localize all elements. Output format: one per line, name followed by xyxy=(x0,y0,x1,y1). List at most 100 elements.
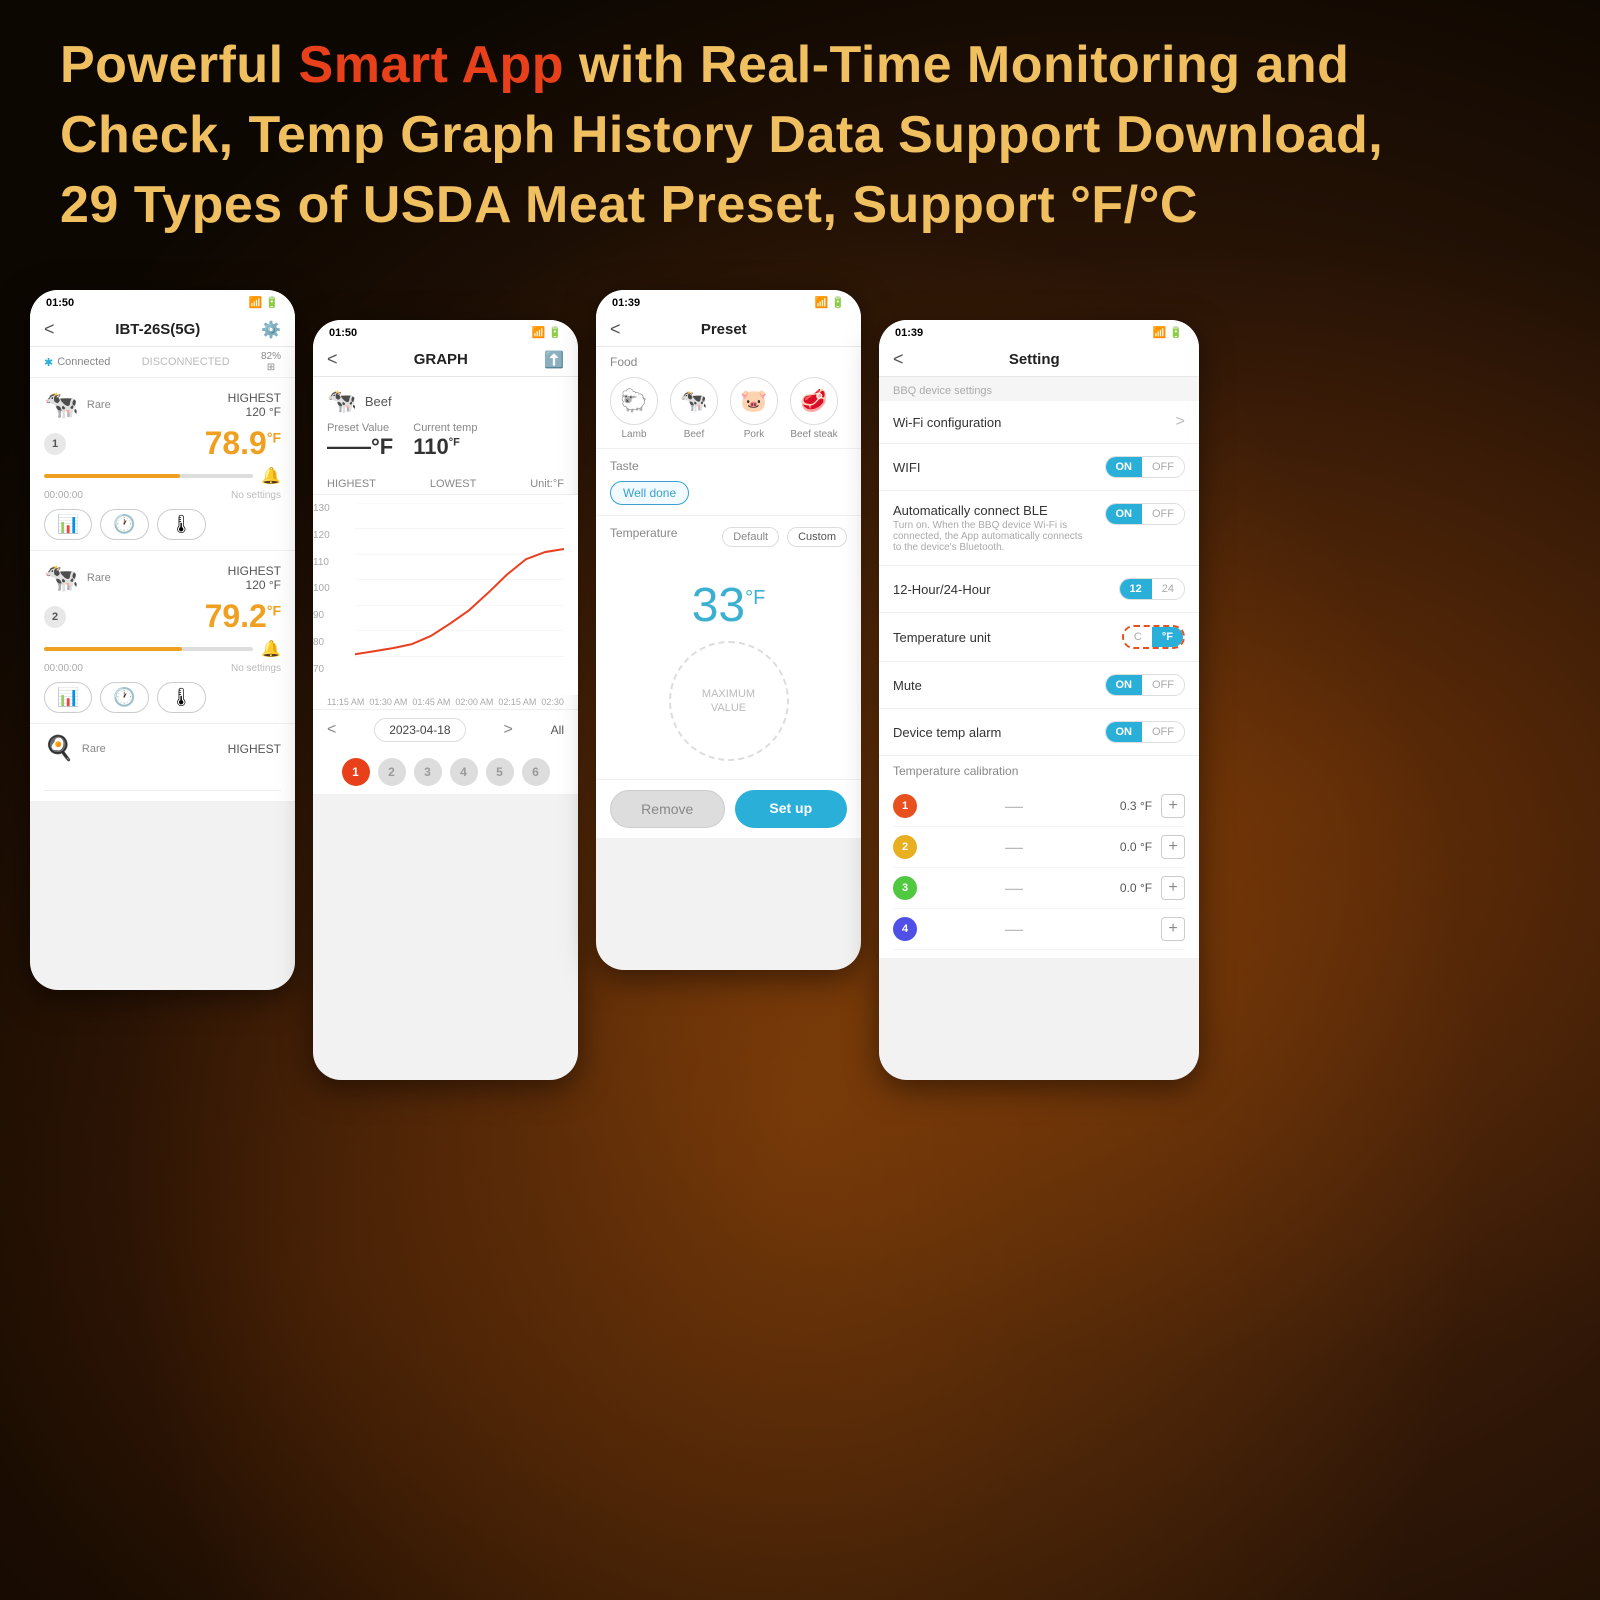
phone3-taste-title: Taste xyxy=(610,459,847,473)
phone2-share-icon[interactable]: ⬆️ xyxy=(544,350,564,370)
phone2-probe-dot-6[interactable]: 6 xyxy=(522,758,550,786)
phone2-date-prev[interactable]: < xyxy=(327,721,336,739)
calib-plus-4[interactable]: + xyxy=(1161,917,1185,941)
probe2-badge: 2 xyxy=(44,606,66,628)
phone2-graph-values: Preset Value ——°F Current temp 110°F xyxy=(327,422,564,460)
phone-preset: 01:39 📶 🔋 < Preset Food 🐑 Lamb 🐄 Beef 🐷 xyxy=(596,290,861,970)
setting-mute-label: Mute xyxy=(893,678,922,693)
phone1-back-arrow[interactable]: < xyxy=(44,319,55,340)
phone-main-monitor: 01:50 📶 🔋 < IBT-26S(5G) ⚙️ ✱ Connected D… xyxy=(30,290,295,990)
unit-fahrenheit[interactable]: °F xyxy=(1152,627,1183,647)
header-line1-prefix: Powerful xyxy=(60,36,299,94)
phone2-current-val: 110°F xyxy=(413,434,477,460)
phone4-back-arrow[interactable]: < xyxy=(893,349,904,370)
probe1-chart-btn[interactable]: 📊 xyxy=(44,509,92,540)
phone3-food-section: Food 🐑 Lamb 🐄 Beef 🐷 Pork 🥩 Beef steak xyxy=(596,347,861,448)
device-alarm-toggle-off[interactable]: OFF xyxy=(1142,722,1184,742)
phone3-custom-btn[interactable]: Custom xyxy=(787,527,847,547)
phone-graph: 01:50 📶 🔋 < GRAPH ⬆️ 🐄 Beef Preset Value… xyxy=(313,320,578,1080)
phone2-y-labels: 130 120 110 100 90 80 70 xyxy=(313,503,341,675)
phone3-back-arrow[interactable]: < xyxy=(610,319,621,340)
calib-num-1: 1 xyxy=(893,794,917,818)
header-line1-suffix: with Real-Time Monitoring and xyxy=(564,36,1349,94)
phone1-grid-icon: ⊞ xyxy=(267,362,275,373)
mute-toggle-off[interactable]: OFF xyxy=(1142,675,1184,695)
phone3-time: 01:39 xyxy=(612,297,640,309)
y-label-130: 130 xyxy=(313,503,341,514)
ble-toggle-on[interactable]: ON xyxy=(1106,504,1143,524)
phone3-setup-btn[interactable]: Set up xyxy=(735,790,848,828)
setting-hour-toggle[interactable]: 12 24 xyxy=(1119,578,1186,600)
probe1-temp-btn[interactable]: 🌡 xyxy=(157,509,206,540)
calib-dash-1: — xyxy=(917,796,1111,817)
phone3-taste-section: Taste Well done xyxy=(596,449,861,515)
calib-value-2: 0.0 °F xyxy=(1111,840,1161,854)
probe2-clock-btn[interactable]: 🕐 xyxy=(100,682,148,713)
phone4-title: Setting xyxy=(1009,351,1060,368)
setting-temp-unit-toggle[interactable]: C °F xyxy=(1122,625,1185,649)
probe1-clock-btn[interactable]: 🕐 xyxy=(100,509,148,540)
phone3-remove-btn[interactable]: Remove xyxy=(610,790,725,828)
setting-wifi-config[interactable]: Wi-Fi configuration > xyxy=(879,401,1199,444)
phone2-all-btn[interactable]: All xyxy=(551,723,564,737)
mute-toggle-on[interactable]: ON xyxy=(1106,675,1143,695)
food-label-lamb: Lamb xyxy=(621,429,646,440)
phone2-probe-info: 🐄 Beef xyxy=(327,387,564,416)
setting-mute-toggle[interactable]: ON OFF xyxy=(1105,674,1186,696)
calib-plus-1[interactable]: + xyxy=(1161,794,1185,818)
phones-container: 01:50 📶 🔋 < IBT-26S(5G) ⚙️ ✱ Connected D… xyxy=(30,290,1570,1080)
phone2-probe-dot-1[interactable]: 1 xyxy=(342,758,370,786)
phone2-chart-area: 130 120 110 100 90 80 70 xyxy=(313,495,578,695)
food-icon-lamb[interactable]: 🐑 xyxy=(610,377,658,425)
taste-chip-welldone[interactable]: Well done xyxy=(610,481,689,505)
probe2-time: 00:00:00 xyxy=(44,663,83,674)
hour-12[interactable]: 12 xyxy=(1120,579,1152,599)
setting-wifi-label: WIFI xyxy=(893,460,920,475)
y-label-80: 80 xyxy=(313,637,341,648)
phone3-temp-section: Temperature Default Custom xyxy=(596,516,861,558)
setting-wifi-toggle-group[interactable]: ON OFF xyxy=(1105,456,1186,478)
phone1-header: < IBT-26S(5G) ⚙️ xyxy=(30,313,295,347)
phone2-back-arrow[interactable]: < xyxy=(327,349,338,370)
phone2-probe-dot-4[interactable]: 4 xyxy=(450,758,478,786)
hour-24[interactable]: 24 xyxy=(1152,579,1184,599)
y-label-90: 90 xyxy=(313,610,341,621)
phone3-temp-value: 33°F xyxy=(692,578,766,633)
phone1-settings-icon[interactable]: ⚙️ xyxy=(261,320,281,340)
calib-row-2: 2 — 0.0 °F + xyxy=(893,827,1185,868)
calib-value-1: 0.3 °F xyxy=(1111,799,1161,813)
wifi-toggle-on[interactable]: ON xyxy=(1106,457,1143,477)
phone2-probe-dot-2[interactable]: 2 xyxy=(378,758,406,786)
food-icon-pork[interactable]: 🐷 xyxy=(730,377,778,425)
wifi-toggle-off[interactable]: OFF xyxy=(1142,457,1184,477)
probe2-animal-icon: 🐄 xyxy=(44,561,79,594)
phone2-date-next[interactable]: > xyxy=(503,721,512,739)
setting-device-alarm-toggle[interactable]: ON OFF xyxy=(1105,721,1186,743)
food-icon-beefsteak[interactable]: 🥩 xyxy=(790,377,838,425)
phone3-default-btn[interactable]: Default xyxy=(722,527,779,547)
probe2-temp: 79.2°F xyxy=(205,598,281,635)
probe2-chart-btn[interactable]: 📊 xyxy=(44,682,92,713)
phone2-probe-dot-5[interactable]: 5 xyxy=(486,758,514,786)
calib-plus-2[interactable]: + xyxy=(1161,835,1185,859)
probe2-highest: HIGHEST 120 °F xyxy=(228,564,281,592)
ble-toggle-off[interactable]: OFF xyxy=(1142,504,1184,524)
probe2-actions: 📊 🕐 🌡 xyxy=(44,682,281,713)
calib-plus-3[interactable]: + xyxy=(1161,876,1185,900)
phone3-taste-chips: Well done xyxy=(610,481,847,505)
phone2-date-chip[interactable]: 2023-04-18 xyxy=(374,718,465,742)
phone2-probe-dot-3[interactable]: 3 xyxy=(414,758,442,786)
food-icon-beef[interactable]: 🐄 xyxy=(670,377,718,425)
unit-celsius[interactable]: C xyxy=(1124,627,1152,647)
phone2-preset-label: Preset Value xyxy=(327,422,393,434)
x-label-6: 02:30 xyxy=(541,697,564,707)
phone2-current-label: Current temp xyxy=(413,422,477,434)
phone1-battery: 82% ⊞ xyxy=(261,351,281,373)
probe3-animal-icon: 🍳 xyxy=(44,734,74,763)
probe2-temp-btn[interactable]: 🌡 xyxy=(157,682,206,713)
setting-ble-toggle-group[interactable]: ON OFF xyxy=(1105,503,1186,525)
y-label-110: 110 xyxy=(313,557,341,568)
device-alarm-toggle-on[interactable]: ON xyxy=(1106,722,1143,742)
food-item-pork: 🐷 Pork xyxy=(730,377,778,440)
food-item-lamb: 🐑 Lamb xyxy=(610,377,658,440)
